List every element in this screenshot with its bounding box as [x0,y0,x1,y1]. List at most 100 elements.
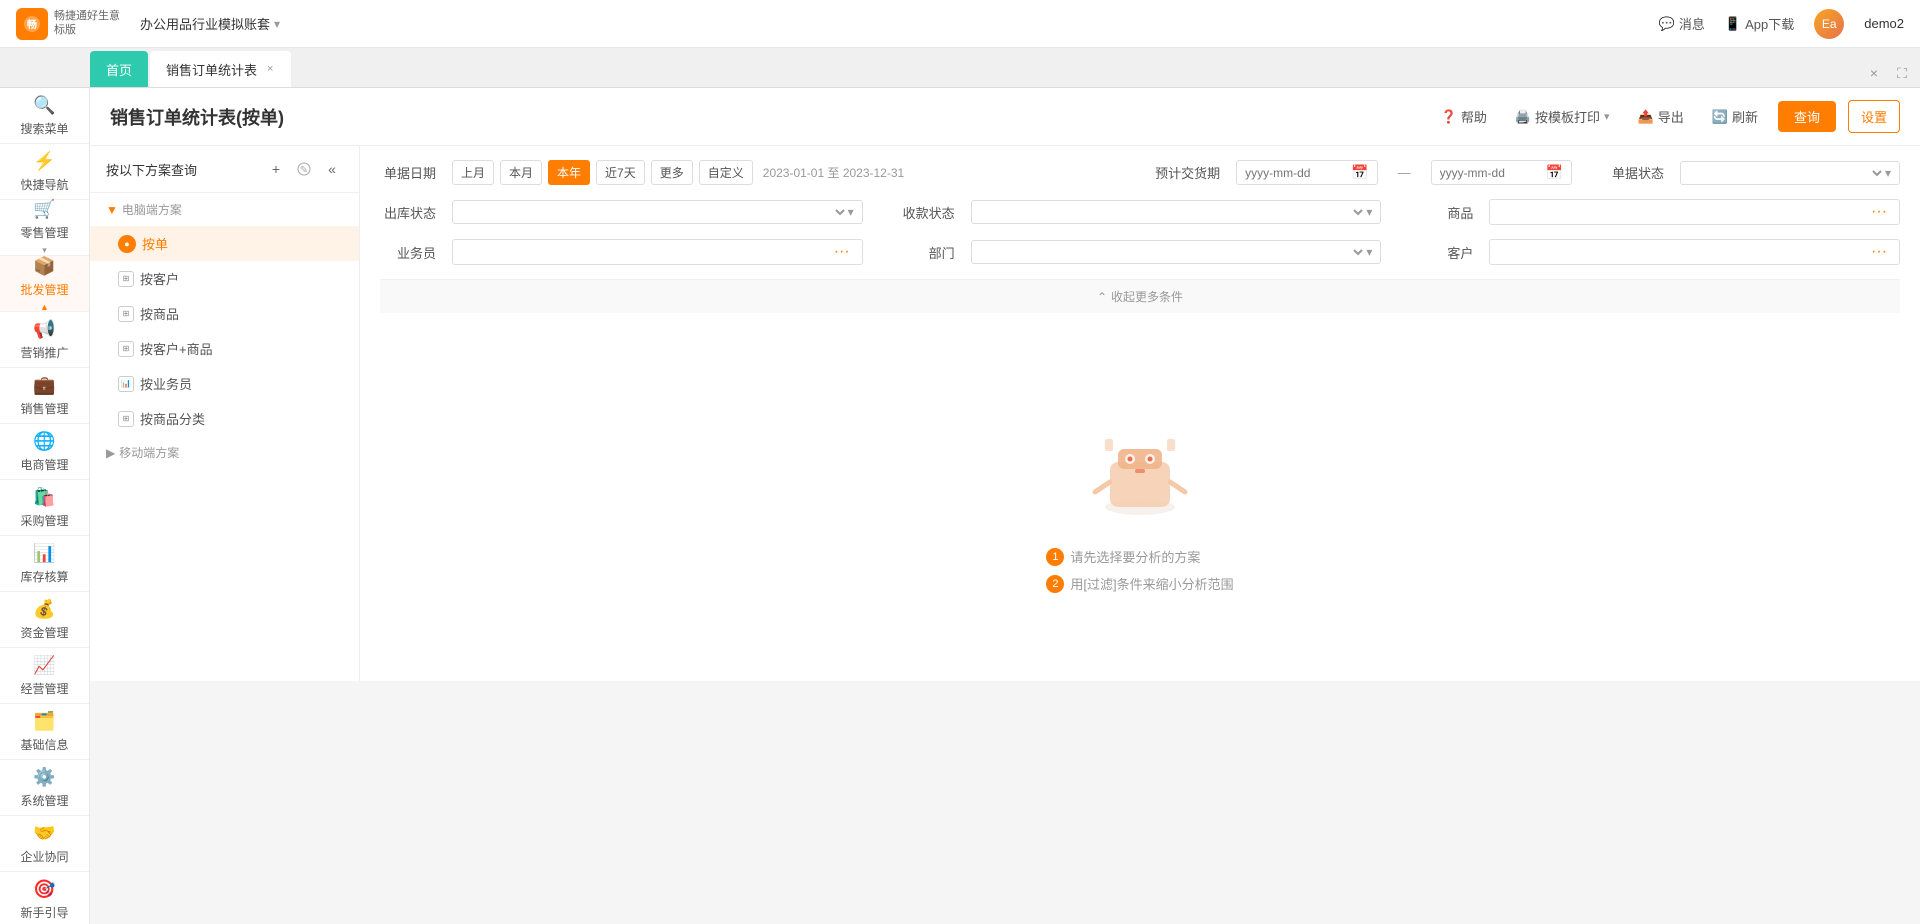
sidebar-item-quick[interactable]: ⚡ 快捷导航 [0,144,89,200]
collapse-panel-button[interactable]: « [321,158,343,180]
date-btn-more[interactable]: 更多 [651,160,693,185]
sidebar-finance-label: 资金管理 [20,624,68,641]
tab-bar: 首页 销售订单统计表 × × ⛶ [0,48,1920,88]
sidebar-basics-label: 基础信息 [20,736,68,753]
query-button[interactable]: 查询 [1778,101,1836,132]
calendar-start-icon[interactable]: 📅 [1351,164,1368,181]
collapse-bar[interactable]: ⌃ 收起更多条件 [380,279,1900,313]
left-panel-title: 按以下方案查询 [106,160,197,179]
sidebar-item-inventory[interactable]: 📊 库存核算 [0,536,89,592]
add-scheme-button[interactable]: + [265,158,287,180]
export-button[interactable]: 📤 导出 [1630,103,1692,130]
window-maximize-button[interactable]: ⛶ [1892,63,1912,83]
sidebar-item-finance[interactable]: 💰 资金管理 [0,592,89,648]
dept-select[interactable] [980,244,1367,260]
breadcrumb-arrow-icon[interactable]: ▾ [274,17,280,31]
sidebar-item-operations[interactable]: 📈 经营管理 [0,648,89,704]
tree-group-pc-label: 电脑端方案 [122,201,182,218]
logo-icon: 畅 [16,8,48,40]
tab-sales-order[interactable]: 销售订单统计表 × [150,51,291,87]
out-status-select-wrap[interactable]: ▾ [452,200,863,224]
salesperson-input[interactable] [461,245,830,259]
sidebar-item-enterprise[interactable]: 🤝 企业协同 [0,816,89,872]
sidebar-item-ecommerce[interactable]: 🌐 电商管理 [0,424,89,480]
tree-group-pc[interactable]: ▼ 电脑端方案 [90,193,359,226]
tab-win-controls: × ⛶ [1864,63,1920,87]
retail-icon: 🛒 [33,199,55,220]
tab-home[interactable]: 首页 [90,51,148,87]
user-avatar[interactable]: Ea [1814,9,1844,39]
sidebar-guide-label: 新手引导 [20,904,68,921]
empty-tip-2: 2 用[过滤]条件来缩小分析范围 [1046,574,1233,593]
date-btn-7days[interactable]: 近7天 [596,160,645,185]
purchase-icon: 🛍️ [33,487,55,508]
top-bar-right: 💬 消息 📱 App下载 Ea demo2 [1659,9,1904,39]
customer-input-wrap: ··· [1489,239,1900,265]
help-button[interactable]: ❓ 帮助 [1433,103,1495,130]
goods-more-button[interactable]: ··· [1867,203,1891,221]
tree-group-mobile[interactable]: ▶ 移动端方案 [90,436,359,469]
operations-icon: 📈 [33,655,55,676]
tip-2-num: 2 [1046,575,1064,593]
expected-date-start-input[interactable]: 📅 [1236,160,1377,185]
page-header: 销售订单统计表(按单) ❓ 帮助 🖨️ 按模板打印 ▾ 📤 导出 🔄 刷新 查询… [90,88,1920,146]
goods-input[interactable] [1498,205,1867,219]
sidebar-item-system[interactable]: ⚙️ 系统管理 [0,760,89,816]
payment-status-select-wrap[interactable]: ▾ [971,200,1382,224]
sidebar-item-guide[interactable]: 🎯 新手引导 [0,872,89,924]
customer-more-button[interactable]: ··· [1867,243,1891,261]
help-icon: ❓ [1441,109,1457,125]
retail-arrow-icon: ▾ [42,245,47,256]
collapse-text: ⌃ 收起更多条件 [1097,288,1183,305]
edit-scheme-button[interactable]: ✎ [293,158,315,180]
sidebar-item-marketing[interactable]: 📢 营销推广 [0,312,89,368]
sidebar-item-purchase[interactable]: 🛍️ 采购管理 [0,480,89,536]
tree-item-by-customer-goods[interactable]: ⊞ 按客户+商品 [90,331,359,366]
refresh-button[interactable]: 🔄 刷新 [1704,103,1766,130]
message-nav-item[interactable]: 💬 消息 [1659,14,1705,33]
sidebar-item-retail[interactable]: 🛒 零售管理 ▾ [0,200,89,256]
print-button[interactable]: 🖨️ 按模板打印 ▾ [1507,103,1618,130]
sidebar-item-basics[interactable]: 🗂️ 基础信息 [0,704,89,760]
date-btn-custom[interactable]: 自定义 [699,160,753,185]
window-close-button[interactable]: × [1864,63,1884,83]
sidebar-item-sales[interactable]: 💼 销售管理 [0,368,89,424]
page-actions: ❓ 帮助 🖨️ 按模板打印 ▾ 📤 导出 🔄 刷新 查询 设置 [1433,100,1900,133]
expected-date-end-field[interactable] [1440,166,1540,180]
app-download-nav-item[interactable]: 📱 App下载 [1725,14,1794,33]
tree-item-by-order-label: 按单 [142,234,168,253]
tree-item-by-customer[interactable]: ⊞ 按客户 [90,261,359,296]
date-btn-last-month[interactable]: 上月 [452,160,494,185]
tree-item-by-salesperson[interactable]: 📊 按业务员 [90,366,359,401]
tree-item-by-order[interactable]: ● 按单 [90,226,359,261]
tab-close-icon[interactable]: × [265,61,275,77]
empty-state-icon [1080,407,1200,527]
by-goods-icon: ⊞ [118,306,134,322]
search-icon: 🔍 [33,95,55,116]
payment-status-label: 收款状态 [899,203,955,222]
expected-date-end-input[interactable]: 📅 [1431,160,1572,185]
customer-input[interactable] [1498,245,1867,259]
settings-button[interactable]: 设置 [1848,100,1900,133]
single-status-select[interactable] [1689,165,1885,181]
tree-item-by-category[interactable]: ⊞ 按商品分类 [90,401,359,436]
date-btn-this-month[interactable]: 本月 [500,160,542,185]
tree-item-by-goods[interactable]: ⊞ 按商品 [90,296,359,331]
out-status-dropdown-icon: ▾ [848,205,854,219]
sidebar-item-search[interactable]: 🔍 搜索菜单 [0,88,89,144]
dept-label: 部门 [899,243,955,262]
calendar-end-icon[interactable]: 📅 [1546,164,1563,181]
tree-group-mobile-label: 移动端方案 [119,444,179,461]
salesperson-more-button[interactable]: ··· [830,243,854,261]
sidebar-item-wholesale[interactable]: 📦 批发管理 ▲ [0,256,89,312]
single-status-select-wrap[interactable]: ▾ [1680,161,1900,185]
empty-tip-1: 1 请先选择要分析的方案 [1046,547,1233,566]
payment-status-select[interactable] [980,204,1367,220]
sidebar: 🔍 搜索菜单 ⚡ 快捷导航 🛒 零售管理 ▾ 📦 批发管理 ▲ 📢 营销推广 💼… [0,88,90,924]
sidebar-sales-label: 销售管理 [20,400,68,417]
by-salesperson-icon: 📊 [118,376,134,392]
date-btn-this-year[interactable]: 本年 [548,160,590,185]
out-status-select[interactable] [461,204,848,220]
dept-select-wrap[interactable]: ▾ [971,240,1382,264]
expected-date-start-field[interactable] [1245,166,1345,180]
